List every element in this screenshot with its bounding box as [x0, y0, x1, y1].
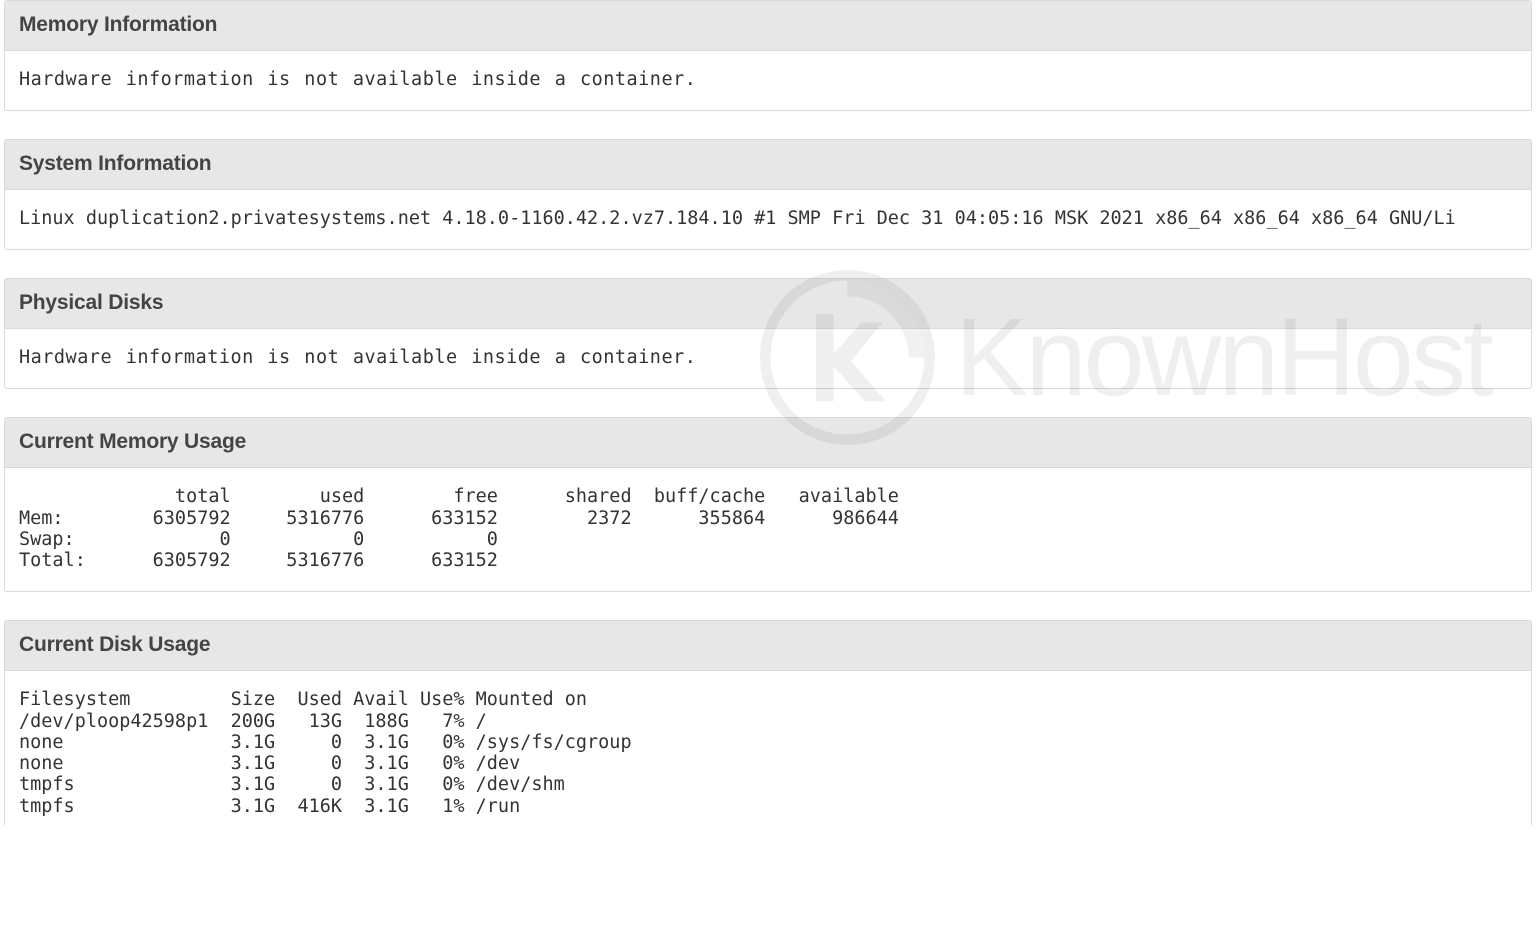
memory-info-message: Hardware information is not available in… [19, 69, 696, 90]
panel-body: Filesystem Size Used Avail Use% Mounted … [5, 671, 1531, 825]
system-info-output: Linux duplication2.privatesystems.net 4.… [19, 208, 1517, 229]
panel-body: Hardware information is not available in… [5, 329, 1531, 388]
panel-body: Linux duplication2.privatesystems.net 4.… [5, 190, 1531, 249]
panel-header: Current Memory Usage [5, 418, 1531, 468]
panel-memory-information: Memory Information Hardware information … [4, 0, 1532, 111]
panel-header: Physical Disks [5, 279, 1531, 329]
panel-title: Current Memory Usage [19, 430, 1517, 454]
panel-current-disk-usage: Current Disk Usage Filesystem Size Used … [4, 620, 1532, 825]
panel-title: Current Disk Usage [19, 633, 1517, 657]
panel-title: Physical Disks [19, 291, 1517, 315]
panel-title: System Information [19, 152, 1517, 176]
panel-body: Hardware information is not available in… [5, 51, 1531, 110]
panel-header: Current Disk Usage [5, 621, 1531, 671]
physical-disks-message: Hardware information is not available in… [19, 347, 696, 368]
disk-usage-output: Filesystem Size Used Avail Use% Mounted … [19, 689, 1517, 817]
panel-current-memory-usage: Current Memory Usage total used free sha… [4, 417, 1532, 592]
panel-title: Memory Information [19, 13, 1517, 37]
panel-physical-disks: Physical Disks Hardware information is n… [4, 278, 1532, 389]
panel-header: Memory Information [5, 1, 1531, 51]
memory-usage-output: total used free shared buff/cache availa… [19, 486, 1517, 571]
panel-system-information: System Information Linux duplication2.pr… [4, 139, 1532, 250]
panel-body: total used free shared buff/cache availa… [5, 468, 1531, 591]
panel-header: System Information [5, 140, 1531, 190]
